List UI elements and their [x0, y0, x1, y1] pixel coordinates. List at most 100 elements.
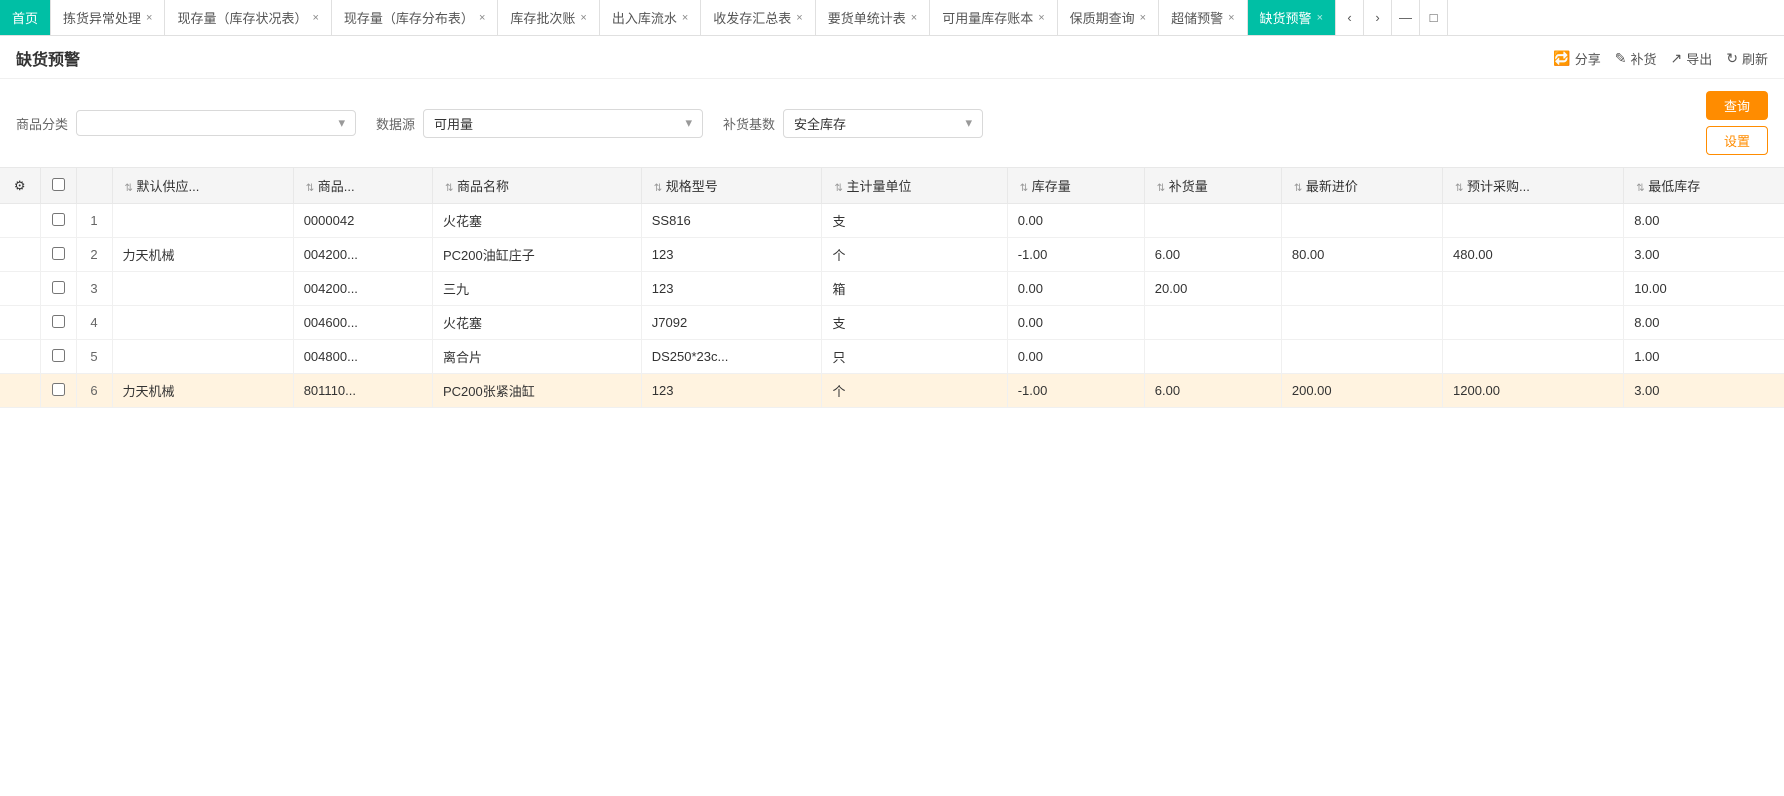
row-checkbox-2[interactable] — [52, 281, 65, 294]
col-supplier[interactable]: ⇅ 默认供应... — [112, 168, 293, 204]
tab-9[interactable]: 保质期查询 × — [1058, 0, 1159, 36]
col-restock-label: 补货量 — [1169, 179, 1208, 194]
tab-2[interactable]: 现存量（库存状况表） × — [165, 0, 331, 36]
tab-6-close[interactable]: × — [796, 12, 802, 24]
tab-2-close[interactable]: × — [312, 12, 318, 24]
row-gear-cell-2 — [0, 272, 40, 306]
settings-button[interactable]: 设置 — [1706, 126, 1768, 155]
col-stock[interactable]: ⇅ 库存量 — [1007, 168, 1144, 204]
tab-9-close[interactable]: × — [1140, 12, 1146, 24]
row-checkbox-cell-2[interactable] — [40, 272, 76, 306]
row-checkbox-3[interactable] — [52, 315, 65, 328]
row-checkbox-cell-3[interactable] — [40, 306, 76, 340]
tab-maximize-button[interactable]: □ — [1420, 0, 1448, 36]
category-select[interactable]: ▾ — [76, 110, 356, 136]
tab-5[interactable]: 出入库流水 × — [600, 0, 701, 36]
datasource-select[interactable]: 可用量 ▾ — [423, 109, 703, 138]
row-name-0: 火花塞 — [432, 204, 641, 238]
category-filter-group: 商品分类 ▾ — [16, 110, 356, 136]
tab-1-close[interactable]: × — [146, 12, 152, 24]
tab-7[interactable]: 要货单统计表 × — [816, 0, 930, 36]
row-checkbox-1[interactable] — [52, 247, 65, 260]
row-checkbox-4[interactable] — [52, 349, 65, 362]
row-restock-0 — [1144, 204, 1281, 238]
select-all-checkbox[interactable] — [52, 178, 65, 191]
tab-3-close[interactable]: × — [479, 12, 485, 24]
col-gear[interactable]: ⚙ — [0, 168, 40, 204]
table-header-row: ⚙ ⇅ 默认供应... ⇅ 商品... ⇅ — [0, 168, 1784, 204]
restock-base-filter-group: 补货基数 安全库存 ▾ — [723, 109, 983, 138]
col-min-stock[interactable]: ⇅ 最低库存 — [1624, 168, 1784, 204]
row-code-3: 004600... — [293, 306, 432, 340]
query-button[interactable]: 查询 — [1706, 91, 1768, 120]
row-name-4: 离合片 — [432, 340, 641, 374]
share-button[interactable]: 🔁 分享 — [1553, 49, 1600, 68]
row-spec-4: DS250*23c... — [641, 340, 822, 374]
row-num-3: 4 — [76, 306, 112, 340]
col-code-label: 商品... — [318, 179, 355, 194]
restock-base-value: 安全库存 — [794, 114, 846, 133]
col-unit[interactable]: ⇅ 主计量单位 — [822, 168, 1007, 204]
tab-5-close[interactable]: × — [682, 12, 688, 24]
row-unit-5: 个 — [822, 374, 1007, 408]
export-button[interactable]: ↗ 导出 — [1671, 49, 1713, 68]
col-restock[interactable]: ⇅ 补货量 — [1144, 168, 1281, 204]
table-container: ⚙ ⇅ 默认供应... ⇅ 商品... ⇅ — [0, 167, 1784, 408]
row-checkbox-cell-4[interactable] — [40, 340, 76, 374]
tab-minimize-button[interactable]: — — [1392, 0, 1420, 36]
col-unit-sort-icon: ⇅ — [834, 183, 842, 194]
row-min-stock-2: 10.00 — [1624, 272, 1784, 306]
tab-home[interactable]: 首页 — [0, 0, 51, 36]
row-est-purchase-2 — [1443, 272, 1624, 306]
tab-7-label: 要货单统计表 — [828, 8, 906, 27]
tab-11-close[interactable]: × — [1317, 12, 1323, 24]
tab-prev-button[interactable]: ‹ — [1336, 0, 1364, 36]
tab-next-button[interactable]: › — [1364, 0, 1392, 36]
col-spec[interactable]: ⇅ 规格型号 — [641, 168, 822, 204]
col-spec-sort-icon: ⇅ — [654, 183, 662, 194]
col-latest-price[interactable]: ⇅ 最新进价 — [1281, 168, 1442, 204]
refresh-button[interactable]: ↻ 刷新 — [1726, 49, 1768, 68]
tab-4-close[interactable]: × — [580, 12, 586, 24]
col-restock-sort-icon: ⇅ — [1157, 183, 1165, 194]
row-checkbox-0[interactable] — [52, 213, 65, 226]
gear-icon: ⚙ — [14, 178, 26, 193]
page-title: 缺货预警 — [16, 46, 80, 70]
row-gear-cell-3 — [0, 306, 40, 340]
row-checkbox-cell-5[interactable] — [40, 374, 76, 408]
tab-8-close[interactable]: × — [1038, 12, 1044, 24]
restock-base-select[interactable]: 安全库存 ▾ — [783, 109, 983, 138]
row-checkbox-cell-0[interactable] — [40, 204, 76, 238]
tab-3[interactable]: 现存量（库存分布表） × — [332, 0, 498, 36]
row-latest-price-2 — [1281, 272, 1442, 306]
col-code[interactable]: ⇅ 商品... — [293, 168, 432, 204]
row-checkbox-cell-1[interactable] — [40, 238, 76, 272]
tab-1[interactable]: 拣货异常处理 × — [51, 0, 165, 36]
tab-10-close[interactable]: × — [1228, 12, 1234, 24]
tab-8[interactable]: 可用量库存账本 × — [930, 0, 1057, 36]
tab-11[interactable]: 缺货预警 × — [1248, 0, 1336, 36]
tab-7-close[interactable]: × — [911, 12, 917, 24]
restock-button[interactable]: ✎ 补货 — [1615, 49, 1657, 68]
col-num — [76, 168, 112, 204]
tab-6[interactable]: 收发存汇总表 × — [701, 0, 815, 36]
row-supplier-5: 力天机械 — [112, 374, 293, 408]
col-supplier-label: 默认供应... — [137, 179, 200, 194]
row-min-stock-0: 8.00 — [1624, 204, 1784, 238]
col-code-sort-icon: ⇅ — [306, 183, 314, 194]
row-num-1: 2 — [76, 238, 112, 272]
row-unit-1: 个 — [822, 238, 1007, 272]
row-code-1: 004200... — [293, 238, 432, 272]
col-name[interactable]: ⇅ 商品名称 — [432, 168, 641, 204]
refresh-icon: ↻ — [1726, 50, 1738, 67]
row-min-stock-5: 3.00 — [1624, 374, 1784, 408]
page-header: 缺货预警 🔁 分享 ✎ 补货 ↗ 导出 ↻ 刷新 — [0, 36, 1784, 79]
tab-4[interactable]: 库存批次账 × — [498, 0, 599, 36]
datasource-filter-group: 数据源 可用量 ▾ — [376, 109, 703, 138]
row-checkbox-5[interactable] — [52, 383, 65, 396]
row-unit-4: 只 — [822, 340, 1007, 374]
row-spec-1: 123 — [641, 238, 822, 272]
col-est-purchase[interactable]: ⇅ 预计采购... — [1443, 168, 1624, 204]
col-checkbox[interactable] — [40, 168, 76, 204]
tab-10[interactable]: 超储预警 × — [1159, 0, 1247, 36]
